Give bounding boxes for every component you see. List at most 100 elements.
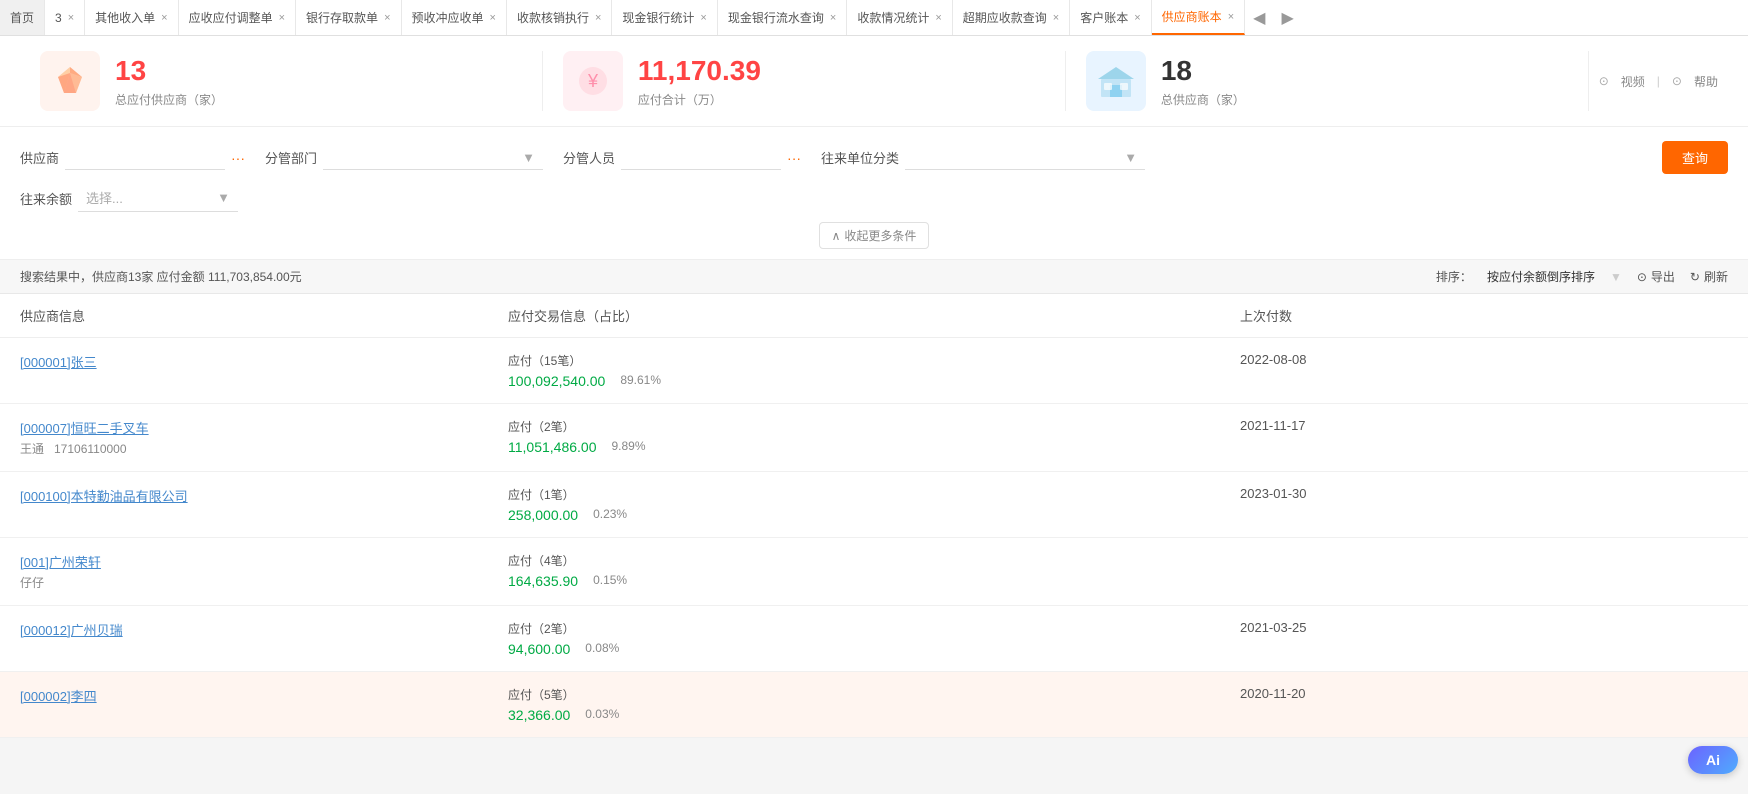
filter-dept: 分管部门 ▼ xyxy=(265,146,543,170)
col-header-supplier: 供应商信息 xyxy=(20,306,508,325)
transaction-col-000012: 应付（2笔） 94,600.00 0.08% xyxy=(508,620,1240,657)
last-payment-col-000012: 2021-03-25 xyxy=(1240,620,1728,635)
stat-text-payable-suppliers: 13 总应付供应商（家） xyxy=(115,55,223,108)
nav-tab-supplier-ledger-label: 供应商账本 xyxy=(1162,8,1222,25)
nav-tab-receipt-stat[interactable]: 收款情况统计 × xyxy=(847,0,952,35)
dept-label: 分管部门 xyxy=(265,148,317,167)
refresh-button[interactable]: ↻ 刷新 xyxy=(1690,268,1728,285)
close-icon[interactable]: × xyxy=(1053,12,1059,24)
export-icon: ⊙ xyxy=(1637,270,1647,284)
nav-tab-receipt-verify[interactable]: 收款核销执行 × xyxy=(507,0,612,35)
close-icon[interactable]: × xyxy=(279,12,285,24)
filter-supplier: 供应商 ··· xyxy=(20,146,245,170)
transaction-pct: 0.23% xyxy=(593,507,627,521)
nav-tab-receipt-verify-label: 收款核销执行 xyxy=(517,9,589,26)
ai-assistant-button[interactable]: Ai xyxy=(1688,746,1738,774)
nav-tab-supplier-ledger[interactable]: 供应商账本 × xyxy=(1152,0,1245,35)
supplier-contact: 仔仔 xyxy=(20,574,508,591)
close-icon[interactable]: × xyxy=(1134,12,1140,24)
supplier-link-000001[interactable]: [000001]张三 xyxy=(20,352,508,371)
transaction-amount[interactable]: 32,366.00 xyxy=(508,707,570,723)
collapse-button[interactable]: ∧ 收起更多条件 xyxy=(819,222,930,249)
supplier-link-000007[interactable]: [000007]恒旺二手叉车 xyxy=(20,418,508,437)
nav-tab-cash-bank-stat[interactable]: 现金银行统计 × xyxy=(612,0,717,35)
filter-person: 分管人员 ··· xyxy=(563,146,801,170)
close-icon[interactable]: × xyxy=(830,12,836,24)
sort-value[interactable]: 按应付余额倒序排序 xyxy=(1487,268,1595,285)
supplier-input[interactable] xyxy=(65,146,225,170)
payable-total-number: 11,170.39 xyxy=(638,55,761,87)
collapse-up-icon: ∧ xyxy=(832,229,841,243)
nav-tab-3-label: 3 xyxy=(55,11,62,25)
supplier-link-000002[interactable]: [000002]李四 xyxy=(20,686,508,705)
supplier-link-001[interactable]: [001]广州荣轩 xyxy=(20,552,508,571)
supplier-link-000012[interactable]: [000012]广州贝瑞 xyxy=(20,620,508,639)
stat-block-total-suppliers: 18 总供应商（家） xyxy=(1066,51,1589,111)
transaction-amount[interactable]: 100,092,540.00 xyxy=(508,373,605,389)
transaction-col-000001: 应付（15笔） 100,092,540.00 89.61% xyxy=(508,352,1240,389)
close-icon[interactable]: × xyxy=(1228,11,1234,23)
export-button[interactable]: ⊙ 导出 xyxy=(1637,268,1675,285)
person-dots-icon[interactable]: ··· xyxy=(787,150,801,166)
svg-text:¥: ¥ xyxy=(587,71,599,91)
supplier-info-col: [001]广州荣轩 仔仔 xyxy=(20,552,508,591)
transaction-amount[interactable]: 11,051,486.00 xyxy=(508,439,597,455)
result-info: 搜索结果中，供应商13家 应付金额 111,703,854.00元 xyxy=(20,268,302,285)
nav-tab-overdue-ar[interactable]: 超期应收款查询 × xyxy=(953,0,1070,35)
close-icon[interactable]: × xyxy=(161,12,167,24)
nav-tab-bank-deposit[interactable]: 银行存取款单 × xyxy=(296,0,401,35)
nav-next-arrow[interactable]: ▶ xyxy=(1273,0,1301,35)
nav-tab-customer-ledger-label: 客户账本 xyxy=(1080,9,1128,26)
stat-block-payable-total: ¥ 11,170.39 应付合计（万） xyxy=(543,51,1066,111)
transaction-amount[interactable]: 94,600.00 xyxy=(508,641,570,657)
close-icon[interactable]: × xyxy=(700,12,706,24)
header-stats: 13 总应付供应商（家） ¥ 11,170.39 应付合计（万） 1 xyxy=(0,36,1748,127)
close-icon[interactable]: × xyxy=(68,12,74,24)
last-payment-col-000001: 2022-08-08 xyxy=(1240,352,1728,367)
nav-tab-home-label: 首页 xyxy=(10,9,34,26)
nav-tab-home[interactable]: 首页 xyxy=(0,0,45,35)
transaction-pct: 89.61% xyxy=(620,373,661,387)
sort-label: 排序： xyxy=(1436,268,1472,285)
result-actions: 排序： 按应付余额倒序排序 ▼ ⊙ 导出 ↻ 刷新 xyxy=(1436,268,1728,285)
nav-tab-prepay-offset-label: 预收冲应收单 xyxy=(412,9,484,26)
refresh-icon: ↻ xyxy=(1690,270,1700,284)
table-row: [000012]广州贝瑞 应付（2笔） 94,600.00 0.08% 2021… xyxy=(0,606,1748,672)
close-icon[interactable]: × xyxy=(384,12,390,24)
table-row: [001]广州荣轩 仔仔 应付（4笔） 164,635.90 0.15% xyxy=(0,538,1748,606)
last-payment-col-000100: 2023-01-30 xyxy=(1240,486,1728,501)
nav-prev-arrow[interactable]: ◀ xyxy=(1245,0,1273,35)
total-suppliers-number: 18 xyxy=(1161,55,1245,87)
nav-tab-receipt-stat-label: 收款情况统计 xyxy=(857,9,929,26)
data-table: 供应商信息 应付交易信息（占比） 上次付数 [000001]张三 应付（15笔）… xyxy=(0,294,1748,738)
transaction-col-000100: 应付（1笔） 258,000.00 0.23% xyxy=(508,486,1240,523)
balance-dropdown[interactable]: 选择... ▼ xyxy=(78,184,238,212)
transaction-label: 应付（2笔） xyxy=(508,620,1240,637)
nav-tab-other-income[interactable]: 其他收入单 × xyxy=(85,0,178,35)
transaction-label: 应付（4笔） xyxy=(508,552,1240,569)
help-link[interactable]: 帮助 xyxy=(1694,73,1718,90)
close-icon[interactable]: × xyxy=(595,12,601,24)
close-icon[interactable]: × xyxy=(490,12,496,24)
dept-dropdown[interactable]: ▼ xyxy=(323,146,543,170)
video-link[interactable]: 视频 xyxy=(1621,73,1645,90)
supplier-dots-icon[interactable]: ··· xyxy=(231,150,245,166)
nav-tab-customer-ledger[interactable]: 客户账本 × xyxy=(1070,0,1151,35)
nav-tab-3[interactable]: 3 × xyxy=(45,0,85,35)
last-payment-date: 2021-03-25 xyxy=(1240,620,1307,635)
payable-total-label: 应付合计（万） xyxy=(638,91,761,108)
query-button[interactable]: 查询 xyxy=(1662,141,1728,174)
transaction-label: 应付（1笔） xyxy=(508,486,1240,503)
transaction-amount[interactable]: 258,000.00 xyxy=(508,507,578,523)
supplier-label: 供应商 xyxy=(20,148,59,167)
payable-suppliers-label: 总应付供应商（家） xyxy=(115,91,223,108)
close-icon[interactable]: × xyxy=(935,12,941,24)
nav-tab-prepay-offset[interactable]: 预收冲应收单 × xyxy=(402,0,507,35)
category-dropdown[interactable]: ▼ xyxy=(905,146,1145,170)
nav-tab-ar-ap-adjust[interactable]: 应收应付调整单 × xyxy=(179,0,296,35)
person-input[interactable] xyxy=(621,146,781,170)
nav-tab-cash-bank-flow[interactable]: 现金银行流水查询 × xyxy=(718,0,847,35)
table-row: [000100]本特勤油品有限公司 应付（1笔） 258,000.00 0.23… xyxy=(0,472,1748,538)
transaction-amount[interactable]: 164,635.90 xyxy=(508,573,578,589)
supplier-link-000100[interactable]: [000100]本特勤油品有限公司 xyxy=(20,486,508,505)
